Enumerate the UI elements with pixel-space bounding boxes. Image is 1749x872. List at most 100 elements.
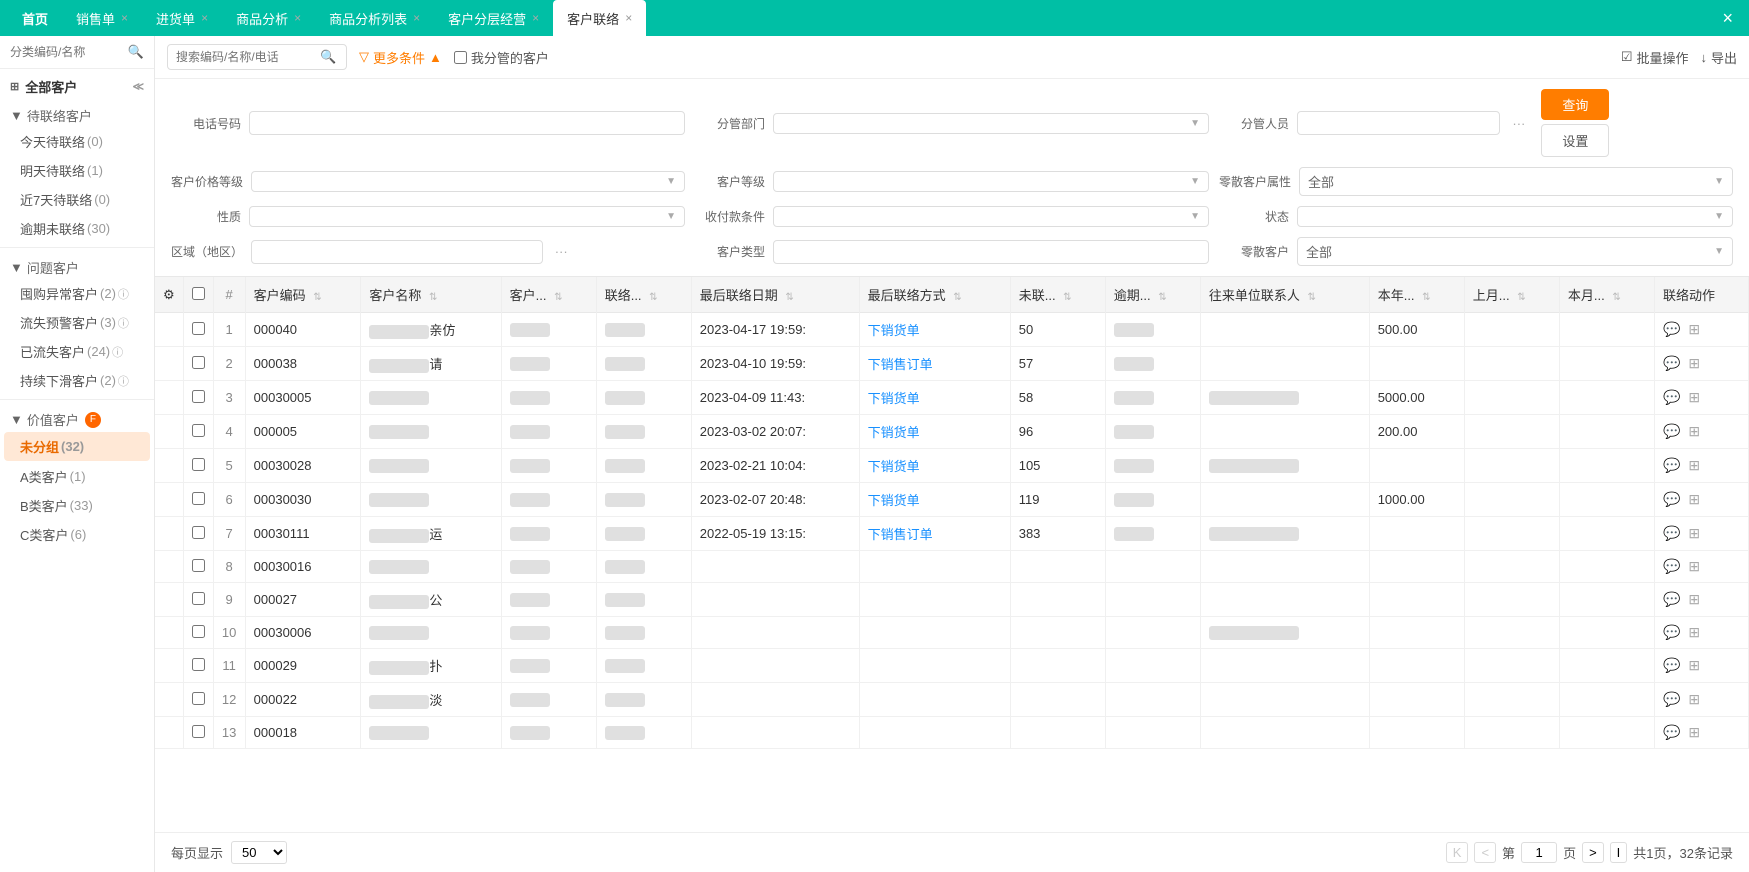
row-check[interactable] [183, 649, 213, 683]
chat-icon[interactable]: 💬 [1663, 423, 1680, 440]
col-overdue[interactable]: 逾期... ⇅ [1105, 277, 1200, 313]
main-search-box[interactable]: 🔍 [167, 44, 347, 70]
sidebar-group-waiting[interactable]: ▼ 待联络客户 [0, 100, 154, 127]
cust-type-input[interactable] [773, 240, 1209, 264]
sidebar-group-problem[interactable]: ▼ 问题客户 [0, 252, 154, 279]
sidebar-item-lost[interactable]: 已流失客户(24)ⓘ [0, 337, 154, 366]
grid-action-icon[interactable]: ⊞ [1688, 591, 1700, 608]
close-purchase-icon[interactable]: × [201, 11, 208, 25]
grid-action-icon[interactable]: ⊞ [1688, 558, 1700, 575]
col-last-month[interactable]: 上月... ⇅ [1464, 277, 1559, 313]
row-check[interactable] [183, 683, 213, 717]
chat-icon[interactable]: 💬 [1663, 724, 1680, 741]
phone-input[interactable] [249, 111, 685, 135]
contact-method-link[interactable]: 下销货单 [868, 493, 920, 508]
nav-tab-customer-contact[interactable]: 客户联络 × [553, 0, 646, 36]
price-level-select[interactable]: ▼ [251, 171, 685, 192]
main-search-input[interactable] [176, 50, 316, 64]
grid-action-icon[interactable]: ⊞ [1688, 355, 1700, 372]
page-first-btn[interactable]: K [1446, 842, 1469, 863]
page-last-btn[interactable]: I [1610, 842, 1628, 863]
col-this-month[interactable]: 本月... ⇅ [1559, 277, 1654, 313]
row-checkbox[interactable] [192, 390, 205, 403]
col-partner-contact[interactable]: 往来单位联系人 ⇅ [1200, 277, 1369, 313]
chat-icon[interactable]: 💬 [1663, 558, 1680, 575]
sidebar-item-class-c[interactable]: C类客户(6) [0, 520, 154, 549]
row-checkbox[interactable] [192, 559, 205, 572]
manager-input[interactable] [1297, 111, 1500, 135]
nav-tab-customer-segmentation[interactable]: 客户分层经营 × [434, 0, 553, 36]
sidebar-search-icon[interactable]: 🔍 [128, 44, 144, 60]
row-check[interactable] [183, 381, 213, 415]
row-checkbox[interactable] [192, 526, 205, 539]
payment-select[interactable]: ▼ [773, 206, 1209, 227]
sidebar-item-hoarding[interactable]: 囤购异常客户(2)ⓘ [0, 279, 154, 308]
contact-method-link[interactable]: 下销货单 [868, 425, 920, 440]
row-check[interactable] [183, 517, 213, 551]
grid-action-icon[interactable]: ⊞ [1688, 657, 1700, 674]
sidebar-item-tomorrow[interactable]: 明天待联络(1) [0, 156, 154, 185]
sidebar-search-input[interactable] [10, 45, 124, 59]
my-customer-checkbox[interactable]: 我分管的客户 [454, 48, 549, 67]
page-next-btn[interactable]: > [1582, 842, 1604, 863]
nav-tab-salesorder[interactable]: 销售单 × [62, 0, 142, 36]
contact-method-link[interactable]: 下销售订单 [868, 527, 933, 542]
col-no-contact[interactable]: 未联... ⇅ [1010, 277, 1105, 313]
status-select[interactable]: ▼ [1297, 206, 1733, 227]
row-check[interactable] [183, 415, 213, 449]
region-more-icon[interactable]: ··· [555, 244, 568, 259]
dept-select[interactable]: ▼ [773, 113, 1209, 134]
all-customers-header[interactable]: ⊞ 全部客户 ≪ [0, 69, 154, 100]
batch-ops-btn[interactable]: ☑ 批量操作 [1621, 48, 1689, 67]
chat-icon[interactable]: 💬 [1663, 624, 1680, 641]
chat-icon[interactable]: 💬 [1663, 657, 1680, 674]
row-checkbox[interactable] [192, 424, 205, 437]
nav-tab-product-analysis[interactable]: 商品分析 × [222, 0, 315, 36]
main-search-icon[interactable]: 🔍 [320, 49, 336, 65]
grid-action-icon[interactable]: ⊞ [1688, 423, 1700, 440]
page-prev-btn[interactable]: < [1474, 842, 1496, 863]
col-cust-type[interactable]: 客户... ⇅ [501, 277, 596, 313]
col-last-contact-method[interactable]: 最后联络方式 ⇅ [859, 277, 1010, 313]
sidebar-item-overdue[interactable]: 逾期未联络(30) [0, 214, 154, 243]
grid-action-icon[interactable]: ⊞ [1688, 389, 1700, 406]
row-checkbox[interactable] [192, 692, 205, 705]
col-code[interactable]: 客户编码 ⇅ [245, 277, 361, 313]
grid-action-icon[interactable]: ⊞ [1688, 525, 1700, 542]
chat-icon[interactable]: 💬 [1663, 591, 1680, 608]
per-page-select[interactable]: 50 100 200 [231, 841, 287, 864]
sidebar-group-value[interactable]: ▼ 价值客户 F [0, 404, 154, 431]
sidebar-item-declining[interactable]: 持续下滑客户(2)ⓘ [0, 366, 154, 395]
retail-attr-select[interactable]: 全部 ▼ [1299, 167, 1733, 196]
nav-tab-purchase[interactable]: 进货单 × [142, 0, 222, 36]
row-checkbox[interactable] [192, 322, 205, 335]
grid-action-icon[interactable]: ⊞ [1688, 724, 1700, 741]
contact-method-link[interactable]: 下销货单 [868, 323, 920, 338]
select-all-checkbox[interactable] [192, 287, 205, 300]
col-last-contact-date[interactable]: 最后联络日期 ⇅ [691, 277, 859, 313]
grid-action-icon[interactable]: ⊞ [1688, 691, 1700, 708]
sidebar-item-ungrouped[interactable]: 未分组(32) [4, 432, 150, 461]
row-checkbox[interactable] [192, 725, 205, 738]
chat-icon[interactable]: 💬 [1663, 389, 1680, 406]
row-check[interactable] [183, 347, 213, 381]
row-check[interactable] [183, 551, 213, 583]
row-check[interactable] [183, 617, 213, 649]
chat-icon[interactable]: 💬 [1663, 321, 1680, 338]
sidebar-item-class-b[interactable]: B类客户(33) [0, 491, 154, 520]
grid-action-icon[interactable]: ⊞ [1688, 624, 1700, 641]
row-check[interactable] [183, 717, 213, 749]
nav-home[interactable]: 首页 [8, 0, 62, 36]
manager-more-icon[interactable]: ··· [1512, 116, 1525, 131]
nature-select[interactable]: ▼ [249, 206, 685, 227]
row-check[interactable] [183, 449, 213, 483]
col-contact[interactable]: 联络... ⇅ [596, 277, 691, 313]
grid-action-icon[interactable]: ⊞ [1688, 491, 1700, 508]
row-checkbox[interactable] [192, 356, 205, 369]
col-this-year[interactable]: 本年... ⇅ [1369, 277, 1464, 313]
reset-button[interactable]: 设置 [1541, 124, 1609, 157]
row-check[interactable] [183, 583, 213, 617]
row-checkbox[interactable] [192, 458, 205, 471]
chat-icon[interactable]: 💬 [1663, 525, 1680, 542]
more-conditions-btn[interactable]: ▽ 更多条件 ▲ [359, 48, 442, 67]
